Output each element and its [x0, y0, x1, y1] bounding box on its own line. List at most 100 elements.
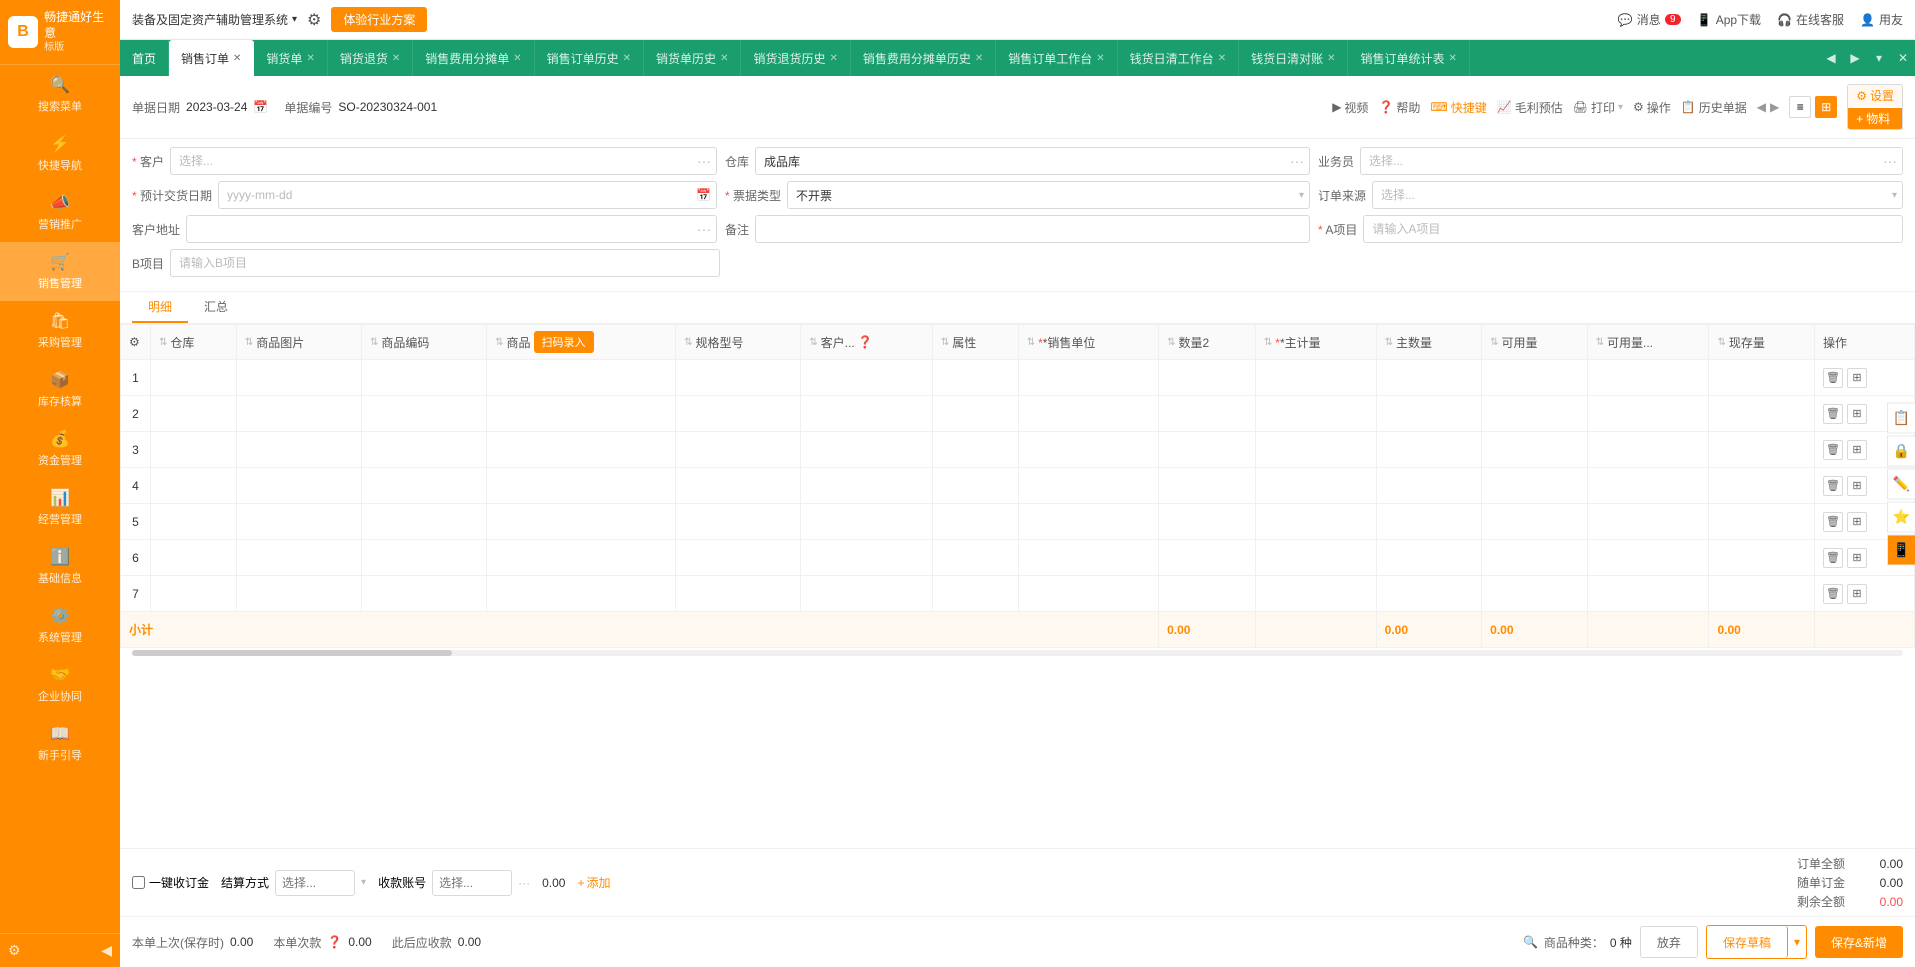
sidebar-item-inventory[interactable]: 📦 库存核算 [0, 360, 120, 419]
row-3-spec[interactable] [676, 432, 801, 468]
tab-fee-history[interactable]: 销售费用分摊单历史 ✕ [851, 40, 996, 76]
row-5-warehouse[interactable] [151, 504, 237, 540]
h-scrollbar-track[interactable] [132, 650, 1903, 656]
tab-dropdown-arrow[interactable]: ▾ [1867, 40, 1891, 76]
row-6-code[interactable] [361, 540, 486, 576]
warehouse-input[interactable] [755, 147, 1310, 175]
sidebar-item-operations[interactable]: 📊 经营管理 [0, 478, 120, 537]
prev-record-icon[interactable]: ◀ [1757, 100, 1766, 114]
row-3-qty2[interactable] [1159, 432, 1256, 468]
date-calendar-icon[interactable]: 📅 [253, 100, 268, 114]
row-3-unit[interactable] [1018, 432, 1158, 468]
row-2-main-unit[interactable] [1255, 396, 1376, 432]
row-7-main-qty[interactable] [1376, 576, 1481, 612]
row-2-product[interactable] [487, 396, 676, 432]
row-4-stock[interactable] [1709, 468, 1814, 504]
row-5-copy-btn[interactable]: ⊞ [1847, 512, 1867, 532]
row-2-stock[interactable] [1709, 396, 1814, 432]
row-3-warehouse[interactable] [151, 432, 237, 468]
row-7-attributes[interactable] [932, 576, 1018, 612]
row-1-main-qty[interactable] [1376, 360, 1481, 396]
save-new-button[interactable]: 保存&新增 [1815, 926, 1903, 958]
tab-close-fee-history[interactable]: ✕ [975, 53, 983, 64]
row-4-delete-btn[interactable]: 🗑 [1823, 476, 1843, 496]
row-1-available2[interactable] [1587, 360, 1709, 396]
right-star-btn[interactable]: ⭐ [1887, 501, 1915, 532]
settings-panel-btn[interactable]: ⚙ 设置 [1848, 85, 1902, 106]
sidebar-item-sales[interactable]: 🛒 销售管理 [0, 242, 120, 301]
row-3-image[interactable] [236, 432, 361, 468]
tab-close-order-history[interactable]: ✕ [623, 53, 631, 64]
sidebar-item-guide[interactable]: 📖 新手引导 [0, 714, 120, 773]
row-6-main-qty[interactable] [1376, 540, 1481, 576]
row-5-spec[interactable] [676, 504, 801, 540]
tab-close-daily-clear-workbench[interactable]: ✕ [1218, 53, 1226, 64]
tab-home[interactable]: 首页 [120, 40, 169, 76]
row-5-qty2[interactable] [1159, 504, 1256, 540]
row-4-attributes[interactable] [932, 468, 1018, 504]
sidebar-item-purchase[interactable]: 🛍 采购管理 [0, 301, 120, 360]
b-project-input[interactable] [170, 249, 720, 277]
account-more-icon[interactable]: ··· [518, 876, 530, 890]
row-6-copy-btn[interactable]: ⊞ [1847, 548, 1867, 568]
row-2-customer-code[interactable] [801, 396, 933, 432]
order-source-input[interactable] [1372, 181, 1903, 209]
row-7-qty2[interactable] [1159, 576, 1256, 612]
tab-close-sales-fee[interactable]: ✕ [513, 53, 521, 64]
row-3-main-unit[interactable] [1255, 432, 1376, 468]
row-3-code[interactable] [361, 432, 486, 468]
tab-sales-report[interactable]: 销售订单统计表 ✕ [1348, 40, 1469, 76]
collapse-icon[interactable]: ◀ [101, 942, 112, 959]
row-2-attributes[interactable] [932, 396, 1018, 432]
row-3-stock[interactable] [1709, 432, 1814, 468]
topbar-settings-icon[interactable]: ⚙ [307, 10, 321, 30]
row-6-available2[interactable] [1587, 540, 1709, 576]
row-3-available[interactable] [1482, 432, 1587, 468]
row-5-image[interactable] [236, 504, 361, 540]
row-2-copy-btn[interactable]: ⊞ [1847, 404, 1867, 424]
row-2-spec[interactable] [676, 396, 801, 432]
tab-next-arrow[interactable]: ▶ [1843, 40, 1867, 76]
row-7-main-unit[interactable] [1255, 576, 1376, 612]
tab-close-sales-note[interactable]: ✕ [306, 53, 314, 64]
row-7-copy-btn[interactable]: ⊞ [1847, 584, 1867, 604]
row-7-customer-code[interactable] [801, 576, 933, 612]
row-7-delete-btn[interactable]: 🗑 [1823, 584, 1843, 604]
row-3-product[interactable] [487, 432, 676, 468]
row-4-spec[interactable] [676, 468, 801, 504]
tab-sales-note[interactable]: 销货单 ✕ [254, 40, 327, 76]
tab-close-all[interactable]: ✕ [1891, 40, 1915, 76]
row-3-available2[interactable] [1587, 432, 1709, 468]
row-5-available[interactable] [1482, 504, 1587, 540]
row-5-delete-btn[interactable]: 🗑 [1823, 512, 1843, 532]
row-6-spec[interactable] [676, 540, 801, 576]
add-btn[interactable]: + 添加 [577, 874, 610, 891]
right-lock-btn[interactable]: 🔒 [1887, 435, 1915, 466]
row-5-unit[interactable] [1018, 504, 1158, 540]
message-btn[interactable]: 💬 消息 9 [1618, 11, 1681, 28]
row-7-warehouse[interactable] [151, 576, 237, 612]
tab-close-sales-return[interactable]: ✕ [392, 53, 400, 64]
address-input[interactable] [186, 215, 717, 243]
tab-sales-order-history[interactable]: 销售订单历史 ✕ [535, 40, 644, 76]
tab-sales-fee[interactable]: 销售费用分摊单 ✕ [413, 40, 534, 76]
sidebar-item-system[interactable]: ⚙️ 系统管理 [0, 596, 120, 655]
row-2-delete-btn[interactable]: 🗑 [1823, 404, 1843, 424]
tab-summary[interactable]: 汇总 [188, 292, 244, 323]
history-btn[interactable]: 📋 历史单据 [1681, 99, 1747, 116]
app-download-btn[interactable]: 📱 App下载 [1697, 11, 1761, 28]
row-1-delete-btn[interactable]: 🗑 [1823, 368, 1843, 388]
th-settings[interactable]: ⚙ [121, 325, 151, 360]
row-7-unit[interactable] [1018, 576, 1158, 612]
sidebar-item-finance[interactable]: 💰 资金管理 [0, 419, 120, 478]
row-6-stock[interactable] [1709, 540, 1814, 576]
tab-sales-order[interactable]: 销售订单 ✕ [169, 40, 254, 76]
salesperson-more-icon[interactable]: ··· [1883, 154, 1897, 168]
row-1-attributes[interactable] [932, 360, 1018, 396]
row-5-main-qty[interactable] [1376, 504, 1481, 540]
row-7-available2[interactable] [1587, 576, 1709, 612]
row-6-main-unit[interactable] [1255, 540, 1376, 576]
row-4-customer-code[interactable] [801, 468, 933, 504]
row-1-customer-code[interactable] [801, 360, 933, 396]
discard-button[interactable]: 放弃 [1640, 926, 1698, 958]
